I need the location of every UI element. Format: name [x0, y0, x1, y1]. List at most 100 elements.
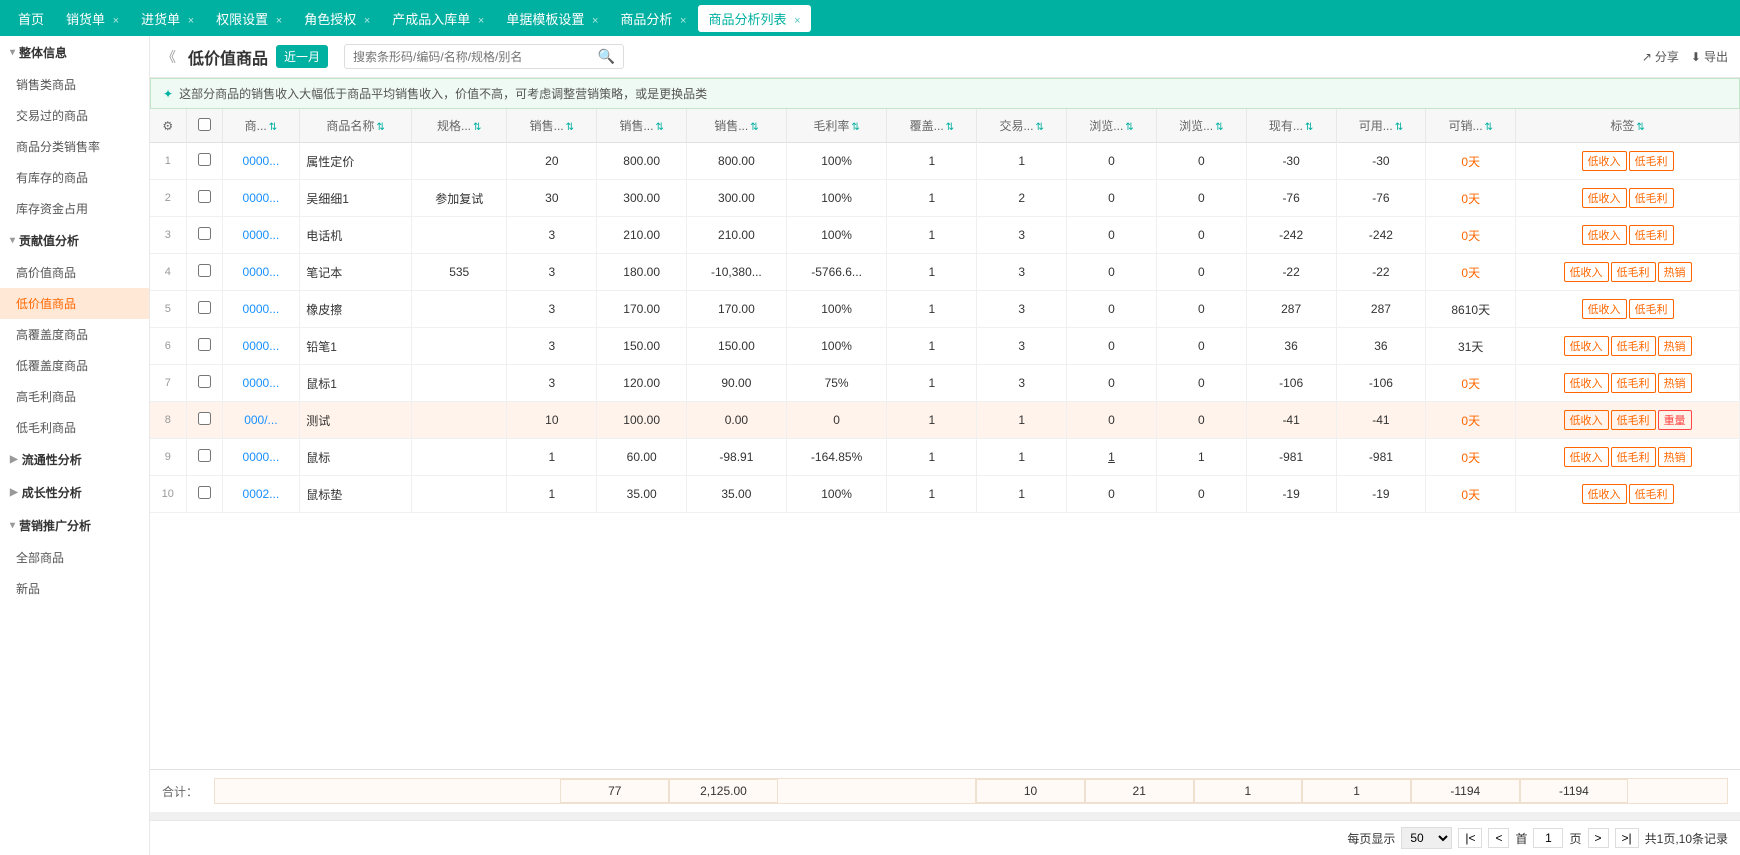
table-container[interactable]: ⚙ 商...⇅ 商品名称⇅ 规格...⇅ 销售...⇅ 销售...⇅ 销售...…	[150, 109, 1740, 769]
sidebar-item-traded-goods[interactable]: 交易过的商品	[0, 100, 149, 131]
col-current-stock[interactable]: 现有...⇅	[1246, 109, 1336, 143]
col-checkbox[interactable]	[186, 109, 222, 143]
page-text: 首	[1515, 830, 1527, 847]
col-sales-avg[interactable]: 销售...⇅	[687, 109, 787, 143]
row-select-checkbox[interactable]	[198, 486, 211, 499]
export-btn[interactable]: ⬇ 导出	[1691, 48, 1728, 65]
gear-icon[interactable]: ⚙	[162, 119, 173, 133]
row-select-checkbox[interactable]	[198, 153, 211, 166]
sidebar-group-overall[interactable]: ▾ 整体信息	[0, 36, 149, 69]
sidebar-item-stock-funds[interactable]: 库存资金占用	[0, 193, 149, 224]
col-coverage[interactable]: 覆盖...⇅	[887, 109, 977, 143]
nav-goods-list[interactable]: 商品分析列表 ×	[698, 5, 810, 32]
sidebar-group-growth[interactable]: ▶ 成长性分析	[0, 476, 149, 509]
row-checkbox[interactable]	[186, 402, 222, 439]
sidebar-item-high-value[interactable]: 高价值商品	[0, 257, 149, 288]
views1-link[interactable]: 1	[1108, 450, 1115, 464]
row-transactions: 1	[977, 439, 1067, 476]
page-number-input[interactable]	[1533, 828, 1563, 848]
sidebar-item-new-goods[interactable]: 新品	[0, 573, 149, 604]
col-transactions[interactable]: 交易...⇅	[977, 109, 1067, 143]
row-stock: -22	[1246, 254, 1336, 291]
row-select-checkbox[interactable]	[198, 227, 211, 240]
sidebar-item-low-coverage[interactable]: 低覆盖度商品	[0, 350, 149, 381]
col-views2[interactable]: 浏览...⇅	[1156, 109, 1246, 143]
nav-goods-analysis[interactable]: 商品分析 ×	[610, 5, 696, 32]
share-btn[interactable]: ↗ 分享	[1642, 48, 1679, 65]
first-page-btn[interactable]: |<	[1458, 828, 1482, 848]
tag-badge: 低收入	[1564, 373, 1609, 393]
row-checkbox[interactable]	[186, 180, 222, 217]
col-gross-rate[interactable]: 毛利率⇅	[786, 109, 887, 143]
row-checkbox[interactable]	[186, 365, 222, 402]
sidebar-item-low-profit[interactable]: 低毛利商品	[0, 412, 149, 443]
last-page-btn[interactable]: >|	[1615, 828, 1639, 848]
row-name: 测试	[300, 402, 412, 439]
next-page-btn[interactable]: >	[1588, 828, 1609, 848]
sidebar-group-contribution[interactable]: ▾ 贡献值分析	[0, 224, 149, 257]
row-tags: 低收入低毛利热销	[1516, 254, 1740, 291]
page-size-select[interactable]: 50 100 200	[1401, 827, 1452, 849]
col-sales-qty[interactable]: 销售...⇅	[507, 109, 597, 143]
nav-purchase[interactable]: 进货单 ×	[131, 5, 204, 32]
col-views1[interactable]: 浏览...⇅	[1067, 109, 1157, 143]
row-views2: 0	[1156, 328, 1246, 365]
nav-product-in[interactable]: 产成品入库单 ×	[382, 5, 494, 32]
sidebar-item-high-profit[interactable]: 高毛利商品	[0, 381, 149, 412]
row-sales-avg: 150.00	[687, 328, 787, 365]
sidebar: ▾ 整体信息 销售类商品 交易过的商品 商品分类销售率 有库存的商品 库存资金占…	[0, 36, 150, 855]
row-stock: -19	[1246, 476, 1336, 513]
row-views1: 0	[1067, 254, 1157, 291]
col-saleable[interactable]: 可销...⇅	[1426, 109, 1516, 143]
row-checkbox[interactable]	[186, 217, 222, 254]
nav-permission[interactable]: 权限设置 ×	[206, 5, 292, 32]
nav-template[interactable]: 单据模板设置 ×	[496, 5, 608, 32]
col-tags[interactable]: 标签⇅	[1516, 109, 1740, 143]
row-select-checkbox[interactable]	[198, 412, 211, 425]
row-checkbox[interactable]	[186, 254, 222, 291]
sidebar-group-circulation[interactable]: ▶ 流通性分析	[0, 443, 149, 476]
col-code[interactable]: 商...⇅	[222, 109, 300, 143]
row-select-checkbox[interactable]	[198, 264, 211, 277]
sidebar-group-marketing[interactable]: ▾ 营销推广分析	[0, 509, 149, 542]
row-sales-amount: 800.00	[597, 143, 687, 180]
row-select-checkbox[interactable]	[198, 301, 211, 314]
row-checkbox[interactable]	[186, 439, 222, 476]
row-select-checkbox[interactable]	[198, 338, 211, 351]
row-sales-qty: 3	[507, 217, 597, 254]
col-settings[interactable]: ⚙	[150, 109, 186, 143]
date-filter-btn[interactable]: 近一月	[276, 45, 328, 68]
row-sales-avg: -10,380...	[687, 254, 787, 291]
row-spec	[411, 402, 506, 439]
nav-sales[interactable]: 销货单 ×	[56, 5, 129, 32]
sidebar-item-category-rate[interactable]: 商品分类销售率	[0, 131, 149, 162]
row-checkbox[interactable]	[186, 328, 222, 365]
sidebar-item-high-coverage[interactable]: 高覆盖度商品	[0, 319, 149, 350]
prev-page-btn[interactable]: <	[1488, 828, 1509, 848]
row-num: 10	[150, 476, 186, 513]
row-sales-amount: 210.00	[597, 217, 687, 254]
nav-role[interactable]: 角色授权 ×	[294, 5, 380, 32]
sidebar-item-low-value[interactable]: 低价值商品	[0, 288, 149, 319]
row-checkbox[interactable]	[186, 291, 222, 328]
sidebar-item-all-goods[interactable]: 全部商品	[0, 542, 149, 573]
row-checkbox[interactable]	[186, 143, 222, 180]
sidebar-item-sales-goods[interactable]: 销售类商品	[0, 69, 149, 100]
sidebar-item-stock-goods[interactable]: 有库存的商品	[0, 162, 149, 193]
nav-home[interactable]: 首页	[8, 5, 54, 32]
views1-val: 0	[1108, 154, 1115, 168]
summary-coverage: 10	[976, 779, 1085, 803]
col-spec[interactable]: 规格...⇅	[411, 109, 506, 143]
row-checkbox[interactable]	[186, 476, 222, 513]
row-select-checkbox[interactable]	[198, 449, 211, 462]
row-select-checkbox[interactable]	[198, 375, 211, 388]
search-input[interactable]	[353, 50, 594, 64]
row-select-checkbox[interactable]	[198, 190, 211, 203]
select-all-checkbox[interactable]	[198, 118, 211, 131]
col-sales-amount[interactable]: 销售...⇅	[597, 109, 687, 143]
col-available[interactable]: 可用...⇅	[1336, 109, 1426, 143]
horizontal-scrollbar[interactable]	[150, 812, 1740, 820]
search-icon[interactable]: 🔍	[598, 48, 615, 65]
collapse-btn[interactable]: 《	[162, 47, 176, 67]
col-name[interactable]: 商品名称⇅	[300, 109, 412, 143]
